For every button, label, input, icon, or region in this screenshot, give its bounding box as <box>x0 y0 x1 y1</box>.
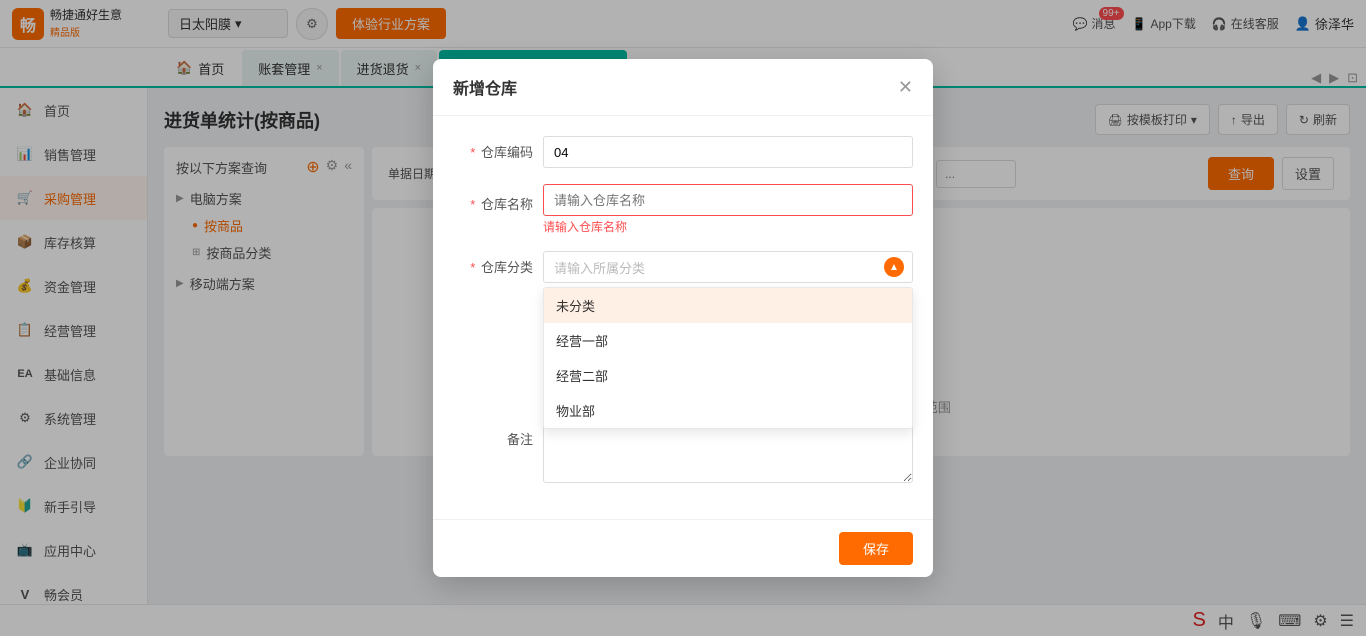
form-row-name: * 仓库名称 请输入仓库名称 <box>453 184 913 235</box>
form-row-note: 备注 <box>453 423 913 483</box>
category-label: * 仓库分类 <box>453 251 533 276</box>
modal-header: 新增仓库 ✕ <box>433 59 933 116</box>
category-wrapper: 请输入所属分类 ▲ 未分类 经营一部 经营二部 物业部 <box>543 251 913 283</box>
dropdown-item-2[interactable]: 经营二部 <box>544 358 912 393</box>
name-input[interactable] <box>543 184 913 216</box>
code-input[interactable] <box>543 136 913 168</box>
name-error-msg: 请输入仓库名称 <box>543 218 913 235</box>
code-label: * 仓库编码 <box>453 136 533 161</box>
note-input[interactable] <box>543 423 913 483</box>
form-row-code: * 仓库编码 <box>453 136 913 168</box>
category-dropdown[interactable]: 请输入所属分类 ▲ <box>543 251 913 283</box>
note-label: 备注 <box>453 423 533 448</box>
form-row-category: * 仓库分类 请输入所属分类 ▲ 未分类 经营一部 经营二部 物业部 <box>453 251 913 283</box>
modal-close-button[interactable]: ✕ <box>898 77 913 98</box>
dropdown-item-1[interactable]: 经营一部 <box>544 323 912 358</box>
modal-title: 新增仓库 <box>453 75 517 99</box>
modal-body: * 仓库编码 * 仓库名称 请输入仓库名称 * <box>433 116 933 519</box>
dropdown-item-3[interactable]: 物业部 <box>544 393 912 428</box>
name-label: * 仓库名称 <box>453 188 533 213</box>
dropdown-arrow-icon: ▲ <box>884 257 904 277</box>
category-dropdown-list: 未分类 经营一部 经营二部 物业部 <box>543 287 913 429</box>
dropdown-item-0[interactable]: 未分类 <box>544 288 912 323</box>
category-placeholder: 请输入所属分类 <box>554 258 645 277</box>
modal-footer: 保存 <box>433 519 933 577</box>
modal-overlay[interactable]: 新增仓库 ✕ * 仓库编码 * 仓库名称 <box>0 0 1366 636</box>
save-button[interactable]: 保存 <box>839 532 913 565</box>
new-warehouse-modal: 新增仓库 ✕ * 仓库编码 * 仓库名称 <box>433 59 933 577</box>
